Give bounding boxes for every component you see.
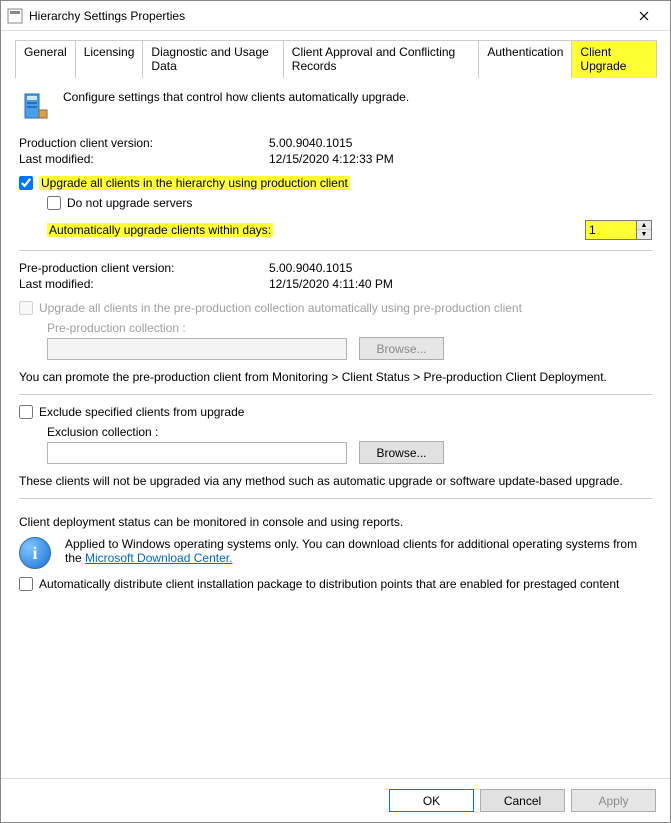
- prod-version-row: Production client version: 5.00.9040.101…: [19, 136, 652, 150]
- spinner-down-icon[interactable]: ▼: [637, 230, 651, 239]
- days-spinner[interactable]: ▲ ▼: [585, 220, 652, 240]
- tab-authentication[interactable]: Authentication: [478, 40, 572, 78]
- no-servers-row: Do not upgrade servers: [47, 196, 652, 210]
- status-note: Client deployment status can be monitore…: [19, 515, 652, 529]
- apply-button: Apply: [571, 789, 656, 812]
- preprod-collection-label: Pre-production collection :: [47, 321, 652, 335]
- dialog-footer: OK Cancel Apply: [1, 778, 670, 822]
- prod-version-label: Production client version:: [19, 136, 269, 150]
- preprod-modified-label: Last modified:: [19, 277, 269, 291]
- exclude-label: Exclude specified clients from upgrade: [39, 405, 244, 419]
- prod-version-value: 5.00.9040.1015: [269, 136, 652, 150]
- tab-diagnostic[interactable]: Diagnostic and Usage Data: [142, 40, 283, 78]
- preprod-version-value: 5.00.9040.1015: [269, 261, 652, 275]
- preprod-modified-value: 12/15/2020 4:11:40 PM: [269, 277, 652, 291]
- intro-text: Configure settings that control how clie…: [63, 90, 409, 104]
- separator-3: [19, 498, 652, 499]
- os-info-text: Applied to Windows operating systems onl…: [65, 537, 652, 565]
- tab-content: Configure settings that control how clie…: [1, 78, 670, 778]
- app-icon: [7, 8, 23, 24]
- download-center-link[interactable]: Microsoft Download Center.: [85, 551, 232, 565]
- upgrade-all-preprod-label: Upgrade all clients in the pre-productio…: [39, 301, 522, 315]
- server-icon: [19, 90, 51, 122]
- cancel-button[interactable]: Cancel: [480, 789, 565, 812]
- auto-distribute-label: Automatically distribute client installa…: [39, 577, 619, 591]
- exclude-checkbox[interactable]: [19, 405, 33, 419]
- preprod-collection-row: Browse...: [47, 337, 652, 360]
- exclusion-collection-row: Browse...: [47, 441, 652, 464]
- prod-modified-row: Last modified: 12/15/2020 4:12:33 PM: [19, 152, 652, 166]
- days-input[interactable]: [586, 221, 636, 239]
- tab-strip: General Licensing Diagnostic and Usage D…: [1, 31, 670, 77]
- auto-upgrade-days-row: Automatically upgrade clients within day…: [47, 220, 652, 240]
- preprod-modified-row: Last modified: 12/15/2020 4:11:40 PM: [19, 277, 652, 291]
- close-button[interactable]: [624, 2, 664, 30]
- auto-distribute-checkbox[interactable]: [19, 577, 33, 591]
- intro-row: Configure settings that control how clie…: [19, 90, 652, 122]
- tab-client-approval[interactable]: Client Approval and Conflicting Records: [283, 40, 480, 78]
- ok-button[interactable]: OK: [389, 789, 474, 812]
- dialog-window: Hierarchy Settings Properties General Li…: [0, 0, 671, 823]
- titlebar: Hierarchy Settings Properties: [1, 1, 670, 31]
- spinner-buttons: ▲ ▼: [636, 221, 651, 239]
- preprod-collection-input: [47, 338, 347, 360]
- separator-1: [19, 250, 652, 251]
- preprod-version-row: Pre-production client version: 5.00.9040…: [19, 261, 652, 275]
- exclusion-collection-label: Exclusion collection :: [47, 425, 652, 439]
- no-servers-checkbox[interactable]: [47, 196, 61, 210]
- exclude-note: These clients will not be upgraded via a…: [19, 474, 652, 488]
- upgrade-all-prod-label: Upgrade all clients in the hierarchy usi…: [39, 176, 350, 190]
- exclusion-browse-button[interactable]: Browse...: [359, 441, 444, 464]
- upgrade-all-prod-checkbox[interactable]: [19, 176, 33, 190]
- os-info-row: i Applied to Windows operating systems o…: [19, 537, 652, 569]
- no-servers-label: Do not upgrade servers: [67, 196, 192, 210]
- tab-licensing[interactable]: Licensing: [75, 40, 144, 78]
- close-icon: [639, 11, 649, 21]
- exclusion-collection-input[interactable]: [47, 442, 347, 464]
- prod-modified-value: 12/15/2020 4:12:33 PM: [269, 152, 652, 166]
- preprod-browse-button: Browse...: [359, 337, 444, 360]
- prod-modified-label: Last modified:: [19, 152, 269, 166]
- spinner-up-icon[interactable]: ▲: [637, 221, 651, 230]
- upgrade-all-preprod-row: Upgrade all clients in the pre-productio…: [19, 301, 652, 315]
- tab-client-upgrade[interactable]: Client Upgrade: [571, 40, 657, 78]
- separator-2: [19, 394, 652, 395]
- promote-note: You can promote the pre-production clien…: [19, 370, 652, 384]
- auto-upgrade-days-label: Automatically upgrade clients within day…: [47, 223, 273, 237]
- tab-general[interactable]: General: [15, 40, 76, 78]
- auto-distribute-row: Automatically distribute client installa…: [19, 577, 652, 591]
- upgrade-all-preprod-checkbox: [19, 301, 33, 315]
- info-icon: i: [19, 537, 51, 569]
- exclude-row: Exclude specified clients from upgrade: [19, 405, 652, 419]
- upgrade-all-prod-row: Upgrade all clients in the hierarchy usi…: [19, 176, 652, 190]
- preprod-version-label: Pre-production client version:: [19, 261, 269, 275]
- window-title: Hierarchy Settings Properties: [29, 9, 624, 23]
